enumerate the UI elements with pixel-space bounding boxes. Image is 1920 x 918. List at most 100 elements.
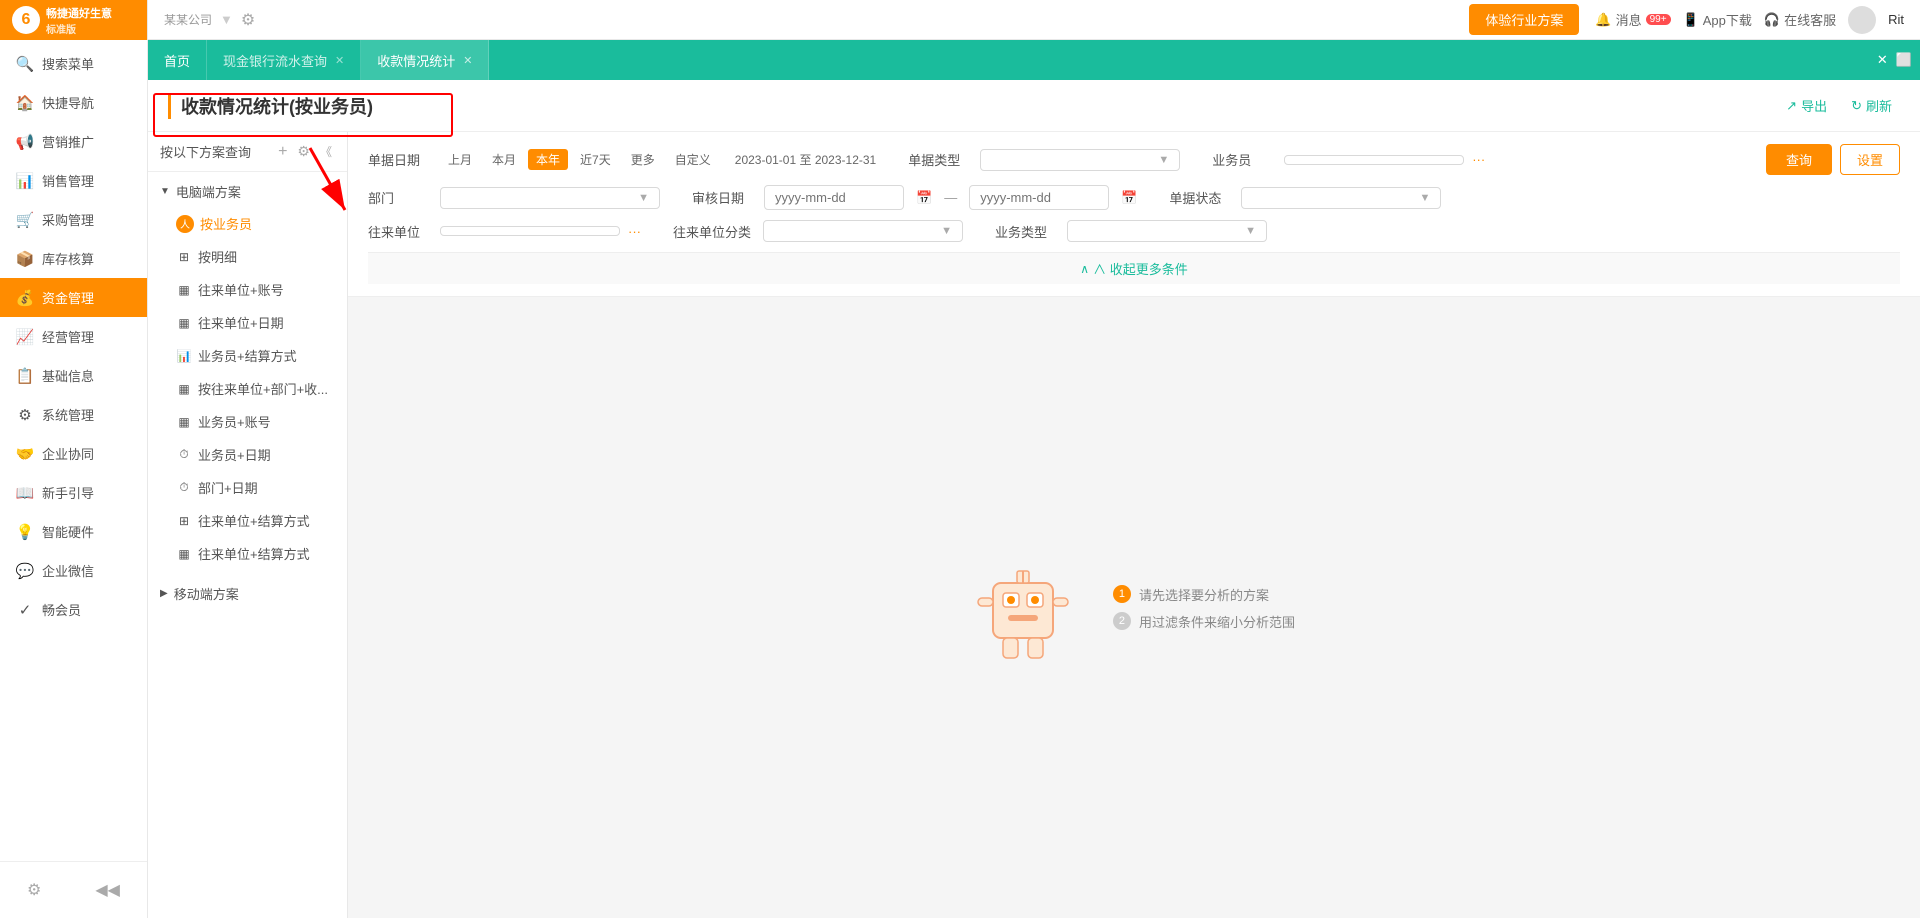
sidebar-item-enterprise[interactable]: 🤝 企业协同 [0,434,147,473]
panel-collapse-btn[interactable]: 《 [317,143,335,161]
salesperson-label: 业务员 [1212,150,1272,169]
menu-item-detail[interactable]: ⊞ 按明细 [148,240,347,273]
biz-type-select[interactable]: ▼ [1067,220,1267,242]
tab-home[interactable]: 首页 [148,40,207,80]
close-bank-tab[interactable]: ✕ [335,54,344,67]
date-tab-custom[interactable]: 自定义 [667,149,719,170]
scheme-settings-btn[interactable]: ⚙ [294,143,313,161]
date-tabs: 上月 本月 本年 近7天 更多 自定义 [440,149,719,170]
sidebar-item-quicknav[interactable]: 🏠 快捷导航 [0,83,147,122]
desktop-section: ▼ 电脑端方案 人 按业务员 ⊞ 按明细 ▦ 往来单位+账号 ▦ 往来单位 [148,172,347,574]
menu-item-counterpart-settle2[interactable]: ▦ 往来单位+结算方式 [148,537,347,570]
home-icon: 🏠 [16,94,34,112]
date-tab-last-month[interactable]: 上月 [440,149,480,170]
notifications-action[interactable]: 🔔 消息 99+ [1595,10,1670,29]
date-tab-7days[interactable]: 近7天 [572,149,619,170]
mobile-section-header[interactable]: ▶ 移动端方案 [148,578,347,609]
user-avatar[interactable] [1848,6,1876,34]
right-panel: 单据日期 上月 本月 本年 近7天 更多 自定义 2023-01-01 至 20… [348,132,1920,918]
sidebar-item-hardware[interactable]: 💡 智能硬件 [0,512,147,551]
app-download-action[interactable]: 📱 App下载 [1683,10,1752,29]
doc-status-arrow: ▼ [1419,192,1430,204]
sidebar-item-guide[interactable]: 📖 新手引导 [0,473,147,512]
clock-icon1: ⏱ [176,447,192,463]
menu-item-salesperson-date[interactable]: ⏱ 业务员+日期 [148,438,347,471]
doc-type-select[interactable]: ▼ [980,149,1180,171]
sidebar-item-purchase[interactable]: 🛒 采购管理 [0,200,147,239]
sidebar-item-wechat[interactable]: 💬 企业微信 [0,551,147,590]
settings-button[interactable]: 设置 [1840,144,1900,175]
sidebar-item-inventory[interactable]: 📦 库存核算 [0,239,147,278]
refresh-button[interactable]: ↻ 刷新 [1843,92,1900,119]
tab-bank[interactable]: 现金银行流水查询 ✕ [207,40,361,80]
table-icon1: ▦ [176,282,192,298]
money-icon: 💰 [16,289,34,307]
collapse-icon: ∧ [1080,262,1089,276]
sidebar-nav: 🔍 搜索菜单 🏠 快捷导航 📢 营销推广 📊 销售管理 🛒 采购管理 📦 库存核… [0,40,147,861]
menu-item-counterpart-date[interactable]: ▦ 往来单位+日期 [148,306,347,339]
sidebar: 6 畅捷通好生意 标准版 🔍 搜索菜单 🏠 快捷导航 📢 营销推广 📊 销售管理… [0,0,148,918]
menu-item-dept-date[interactable]: ⏱ 部门+日期 [148,471,347,504]
footer-collapse-btn[interactable]: ◀◀ [87,872,128,908]
menu-item-salesperson-account[interactable]: ▦ 业务员+账号 [148,405,347,438]
add-scheme-btn[interactable]: + [275,143,290,161]
menu-item-counterpart-dept[interactable]: ▦ 按往来单位+部门+收... [148,372,347,405]
tabbar-right: ✕ ⬜ [1877,40,1920,80]
date-tab-this-month[interactable]: 本月 [484,149,524,170]
sidebar-item-system[interactable]: ⚙ 系统管理 [0,395,147,434]
sidebar-item-basic[interactable]: 📋 基础信息 [0,356,147,395]
query-row-2: 部门 ▼ 审核日期 📅 — 📅 单据状态 ▼ [368,185,1900,210]
doc-status-select[interactable]: ▼ [1241,187,1441,209]
sidebar-item-business[interactable]: 📈 经营管理 [0,317,147,356]
topbar-right: 体验行业方案 🔔 消息 99+ 📱 App下载 🎧 在线客服 Rit [1469,4,1904,35]
menu-item-salesperson[interactable]: 人 按业务员 [148,207,347,240]
review-date-end[interactable] [969,185,1109,210]
data-area: 1 请先选择要分析的方案 2 用过滤条件来缩小分析范围 [348,297,1920,918]
calendar-icon-start[interactable]: 📅 [916,190,932,206]
settings-btn[interactable]: ⚙ [241,10,255,30]
tab-receipt[interactable]: 收款情况统计 ✕ [361,40,489,80]
sidebar-item-marketing[interactable]: 📢 营销推广 [0,122,147,161]
counterpart-type-select[interactable]: ▼ [763,220,963,242]
export-button[interactable]: ↗ 导出 [1778,92,1835,119]
empty-state-container: 1 请先选择要分析的方案 2 用过滤条件来缩小分析范围 [973,553,1295,663]
online-service-action[interactable]: 🎧 在线客服 [1764,10,1836,29]
sidebar-item-sales[interactable]: 📊 销售管理 [0,161,147,200]
tabbar: 首页 现金银行流水查询 ✕ 收款情况统计 ✕ ✕ ⬜ [148,40,1920,80]
date-tab-this-year[interactable]: 本年 [528,149,568,170]
empty-tip-2: 2 用过滤条件来缩小分析范围 [1113,612,1295,631]
counterpart-label: 往来单位 [368,222,428,241]
person-active-icon: 人 [176,215,194,233]
counterpart-select[interactable] [440,226,620,236]
date-tab-more[interactable]: 更多 [623,149,663,170]
close-all-icon[interactable]: ✕ [1877,52,1888,68]
sidebar-item-vip[interactable]: ✓ 畅会员 [0,590,147,629]
counterpart-more-btn[interactable]: ··· [628,224,641,239]
menu-item-counterpart-account[interactable]: ▦ 往来单位+账号 [148,273,347,306]
sidebar-item-search[interactable]: 🔍 搜索菜单 [0,44,147,83]
table-icon4: ▦ [176,414,192,430]
trending-icon: 📈 [16,328,34,346]
empty-tip-1: 1 请先选择要分析的方案 [1113,585,1295,604]
trial-button[interactable]: 体验行业方案 [1469,4,1579,35]
menu-item-counterpart-settle1[interactable]: ⊞ 往来单位+结算方式 [148,504,347,537]
calendar-icon-end[interactable]: 📅 [1121,190,1137,206]
gear-icon: ⚙ [16,406,34,424]
bell-icon: 🔔 [1595,12,1611,28]
maximize-icon[interactable]: ⬜ [1896,52,1912,68]
cart-icon: 🛒 [16,211,34,229]
menu-item-salesperson-settle[interactable]: 📊 业务员+结算方式 [148,339,347,372]
dept-select[interactable]: ▼ [440,187,660,209]
collapse-bar[interactable]: ∧ ∧ 收起更多条件 [368,252,1900,284]
desktop-section-header[interactable]: ▼ 电脑端方案 [148,176,347,207]
footer-settings-btn[interactable]: ⚙ [19,872,49,908]
close-receipt-tab[interactable]: ✕ [463,54,472,67]
review-date-start[interactable] [764,185,904,210]
salesperson-more-btn[interactable]: ··· [1472,152,1485,167]
query-button[interactable]: 查询 [1766,144,1832,175]
megaphone-icon: 📢 [16,133,34,151]
sidebar-item-finance[interactable]: 💰 资金管理 [0,278,147,317]
mobile-section: ▶ 移动端方案 [148,574,347,613]
salesperson-select[interactable] [1284,155,1464,165]
grid-icon: ⊞ [176,249,192,265]
